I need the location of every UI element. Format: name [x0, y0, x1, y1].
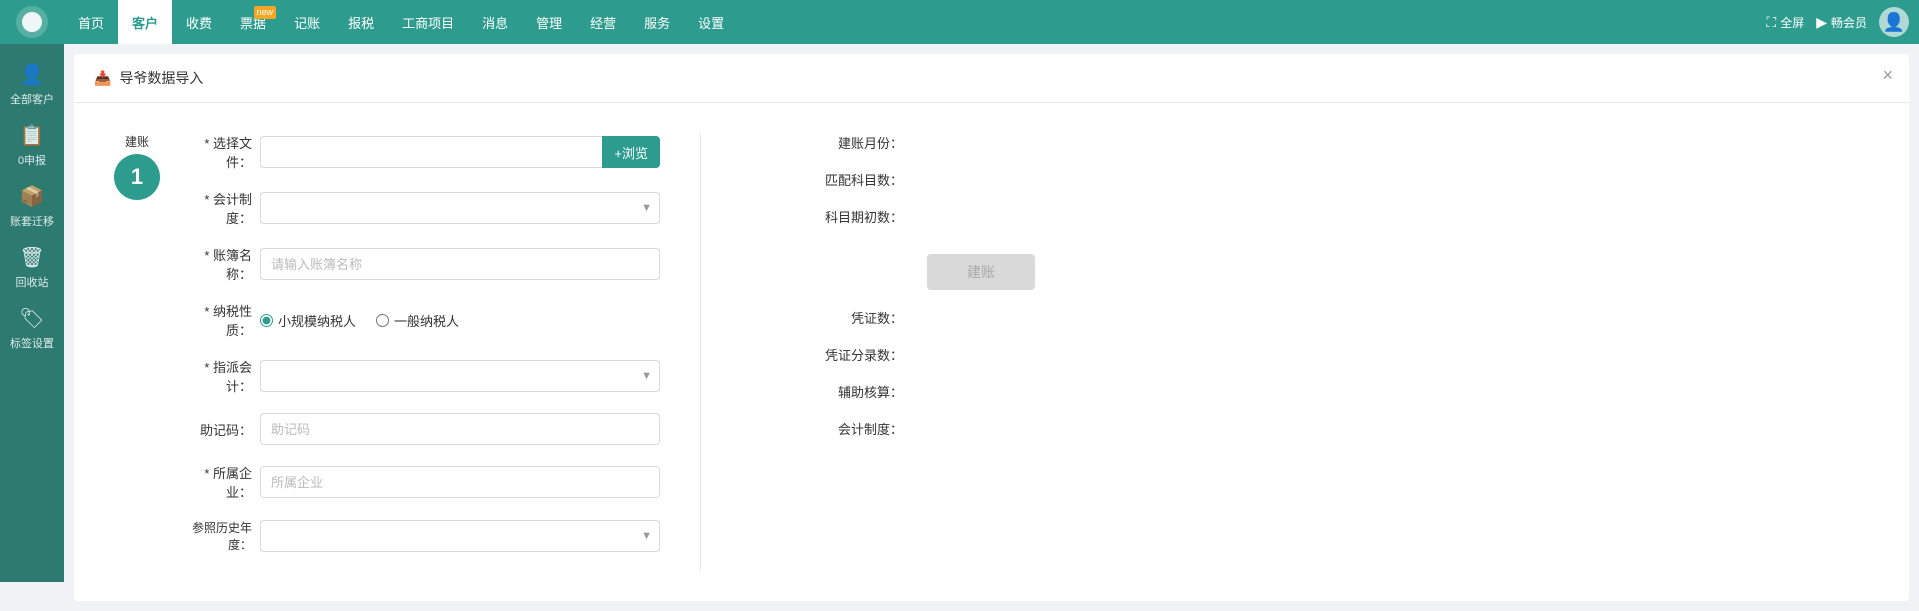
voucher-label: 凭证数：	[821, 308, 911, 327]
assign-row: * 指派会计： ▼	[180, 357, 660, 395]
all-clients-icon: 👤	[20, 62, 45, 87]
company-row: * 所属企业：	[180, 463, 660, 501]
accounting-select[interactable]	[260, 192, 660, 224]
company-label: * 所属企业：	[180, 463, 260, 501]
nav-bookkeeping[interactable]: 记账	[280, 0, 334, 44]
accounting-select-wrapper: ▼	[260, 192, 660, 224]
voucher-row: 凭证数：	[821, 308, 1141, 327]
memo-input[interactable]	[260, 413, 660, 445]
file-input-group: +浏览	[260, 136, 660, 168]
nav-fees[interactable]: 收费	[172, 0, 226, 44]
top-navigation: 首页 客户 收费 票据 new 记账 报税 工商项目 消息 管理 经营	[0, 0, 1919, 44]
fullscreen-button[interactable]: ⛶ 全屏	[1766, 14, 1804, 31]
sidebar-item-recycle[interactable]: 🗑 回收站	[0, 237, 64, 298]
accounting-month-label: 建账月份：	[821, 133, 911, 152]
vertical-divider	[700, 133, 701, 571]
import-panel: 📥 导爷数据导入 × 建账 1 * 选择文件： +浏览	[74, 54, 1909, 601]
file-row: * 选择文件： +浏览	[180, 133, 660, 171]
step-label: 建账	[125, 133, 149, 150]
migration-icon: 📦	[20, 184, 45, 209]
match-subject-label: 匹配科目数：	[821, 170, 911, 189]
aux-accounting-label: 辅助核算：	[821, 382, 911, 401]
history-year-label: 参照历史年度：	[180, 519, 260, 553]
tax-small-input[interactable]	[260, 314, 273, 327]
ledger-name-label: * 账簿名称：	[180, 245, 260, 283]
tax-type-radio-group: 小规模纳税人 一般纳税人	[260, 311, 660, 330]
close-button[interactable]: ×	[1882, 66, 1893, 84]
subject-init-label: 科目期初数：	[821, 207, 911, 226]
import-icon: 📥	[94, 70, 111, 87]
nav-management[interactable]: 管理	[522, 0, 576, 44]
sidebar: 👤 全部客户 📋 0申报 📦 账套迁移 🗑 回收站 🏷 标签设置	[0, 44, 64, 582]
memo-label: 助记码：	[180, 420, 260, 439]
file-input[interactable]	[260, 136, 602, 168]
recycle-icon: 🗑	[19, 245, 44, 270]
assign-select-wrapper: ▼	[260, 360, 660, 392]
left-form: * 选择文件： +浏览 * 会计制度： ▼	[180, 133, 660, 571]
assign-select[interactable]	[260, 360, 660, 392]
memo-row: 助记码：	[180, 413, 660, 445]
company-input[interactable]	[260, 466, 660, 498]
declaration-icon: 📋	[20, 123, 45, 148]
tax-small-radio[interactable]: 小规模纳税人	[260, 311, 356, 330]
tax-type-label: * 纳税性质：	[180, 301, 260, 339]
tax-general-radio[interactable]: 一般纳税人	[376, 311, 459, 330]
nav-menu: 首页 客户 收费 票据 new 记账 报税 工商项目 消息 管理 经营	[64, 0, 1766, 44]
nav-home[interactable]: 首页	[64, 0, 118, 44]
main-content: 📥 导爷数据导入 × 建账 1 * 选择文件： +浏览	[64, 44, 1919, 611]
file-label: * 选择文件：	[180, 133, 260, 171]
accounting-month-row: 建账月份：	[821, 133, 1141, 152]
nav-operations[interactable]: 经营	[576, 0, 630, 44]
nav-tickets[interactable]: 票据 new	[226, 0, 280, 44]
build-btn-area: 建账	[821, 244, 1141, 290]
sidebar-item-account-migration[interactable]: 📦 账套迁移	[0, 176, 64, 237]
ledger-name-input[interactable]	[260, 248, 660, 280]
panel-title: 导爷数据导入	[119, 68, 203, 88]
accounting-system-label: 会计制度：	[821, 419, 911, 438]
history-year-select-wrapper: ▼	[260, 520, 660, 552]
form-container: 建账 1 * 选择文件： +浏览 * 会计制度：	[74, 103, 1909, 601]
step-circle: 1	[114, 154, 160, 200]
tag-icon: 🏷	[19, 306, 44, 331]
history-year-row: 参照历史年度： ▼	[180, 519, 660, 553]
nav-settings[interactable]: 设置	[684, 0, 738, 44]
match-subject-row: 匹配科目数：	[821, 170, 1141, 189]
member-button[interactable]: ▶ 畅会员	[1816, 14, 1867, 31]
panel-header: 📥 导爷数据导入	[74, 54, 1909, 103]
nav-business[interactable]: 工商项目	[388, 0, 468, 44]
sidebar-item-all-clients[interactable]: 👤 全部客户	[0, 54, 64, 115]
sidebar-item-zero-declaration[interactable]: 📋 0申报	[0, 115, 64, 176]
right-panel: 建账月份： 匹配科目数： 科目期初数： 建账 凭证数：	[741, 133, 1141, 571]
ledger-name-row: * 账簿名称：	[180, 245, 660, 283]
browse-button[interactable]: +浏览	[602, 136, 660, 168]
accounting-system-row: 会计制度：	[821, 419, 1141, 438]
tax-general-input[interactable]	[376, 314, 389, 327]
nav-tax[interactable]: 报税	[334, 0, 388, 44]
assign-label: * 指派会计：	[180, 357, 260, 395]
accounting-label: * 会计制度：	[180, 189, 260, 227]
new-badge: new	[254, 6, 277, 19]
accounting-row: * 会计制度： ▼	[180, 189, 660, 227]
aux-accounting-row: 辅助核算：	[821, 382, 1141, 401]
nav-services[interactable]: 服务	[630, 0, 684, 44]
user-avatar[interactable]: 👤	[1879, 7, 1909, 37]
app-logo	[10, 0, 54, 44]
nav-clients[interactable]: 客户	[118, 0, 172, 44]
voucher-entries-label: 凭证分录数：	[821, 345, 911, 364]
history-year-select[interactable]	[260, 520, 660, 552]
voucher-entries-row: 凭证分录数：	[821, 345, 1141, 364]
sidebar-item-tag-settings[interactable]: 🏷 标签设置	[0, 298, 64, 359]
subject-init-row: 科目期初数：	[821, 207, 1141, 226]
nav-right-controls: ⛶ 全屏 ▶ 畅会员 👤	[1766, 7, 1909, 37]
build-account-button[interactable]: 建账	[927, 254, 1035, 290]
tax-type-row: * 纳税性质： 小规模纳税人 一般纳税人	[180, 301, 660, 339]
nav-messages[interactable]: 消息	[468, 0, 522, 44]
